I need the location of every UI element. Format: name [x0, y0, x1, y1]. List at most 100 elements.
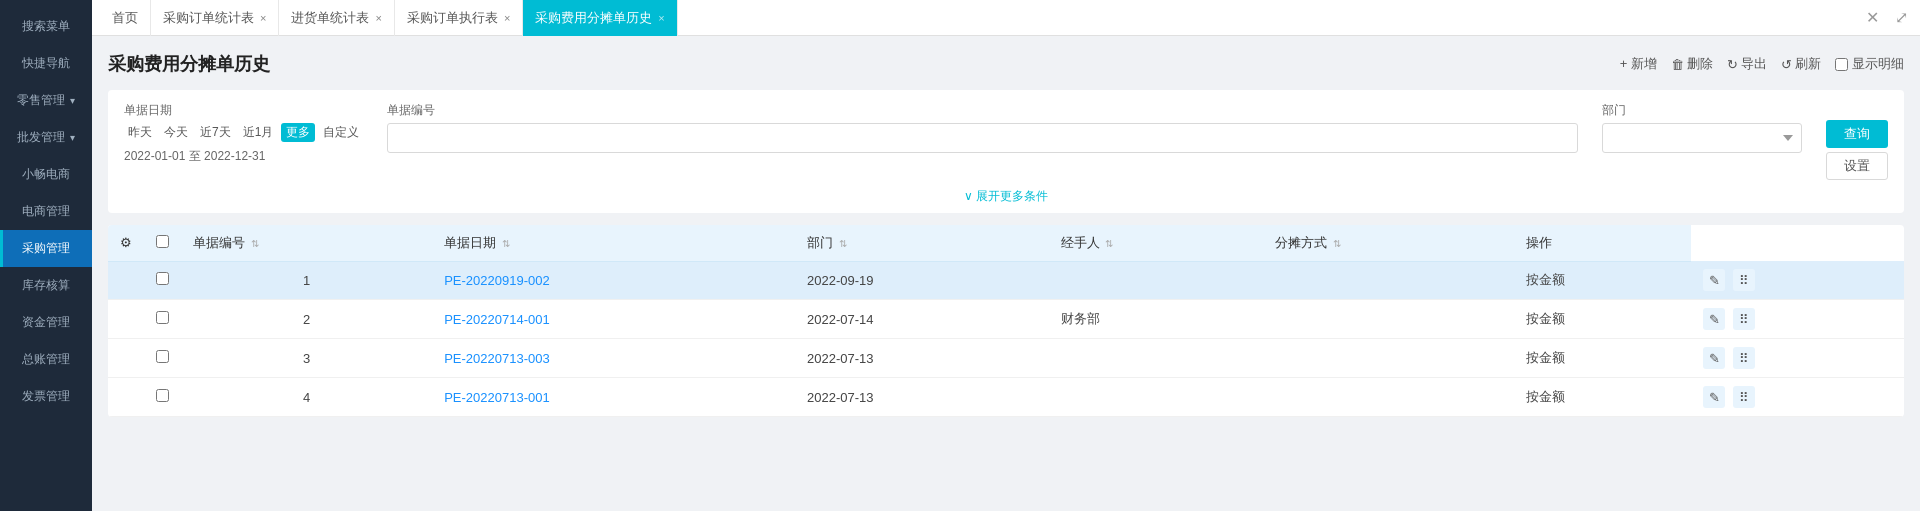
- doc-no-link[interactable]: PE-20220714-001: [444, 312, 550, 327]
- expand-more-row: ∨ 展开更多条件: [124, 186, 1888, 205]
- row-doc-date: 2022-07-13: [795, 339, 1049, 378]
- tab-purchase-cost-history[interactable]: 采购费用分摊单历史 ×: [523, 0, 677, 36]
- sidebar-item-micro[interactable]: 小畅电商: [0, 156, 92, 193]
- row-number: 2: [181, 300, 432, 339]
- show-cols-toggle[interactable]: 显示明细: [1835, 55, 1904, 73]
- sidebar-item-label: 批发管理: [17, 130, 65, 144]
- more-icon[interactable]: ⠿: [1733, 269, 1755, 291]
- more-icon[interactable]: ⠿: [1733, 386, 1755, 408]
- refresh-button[interactable]: ↺ 刷新: [1781, 55, 1821, 73]
- date-yesterday[interactable]: 昨天: [124, 123, 156, 142]
- tab-close-button[interactable]: ×: [260, 12, 266, 24]
- more-icon[interactable]: ⠿: [1733, 347, 1755, 369]
- tab-maximize-icon[interactable]: ⤢: [1891, 6, 1912, 29]
- row-checkbox[interactable]: [156, 272, 169, 285]
- content-area: 采购费用分摊单历史 + 新增 🗑 删除 ↻ 导出 ↺ 刷新 显示明细: [92, 36, 1920, 511]
- row-gear-cell: [108, 339, 144, 378]
- doc-no-link[interactable]: PE-20220713-001: [444, 390, 550, 405]
- handler-column-header[interactable]: 经手人 ⇅: [1049, 225, 1264, 262]
- active-indicator: [0, 230, 3, 267]
- doc-no-link[interactable]: PE-20220919-002: [444, 273, 550, 288]
- dept-select[interactable]: 财务部: [1602, 123, 1802, 153]
- doc-date-sort-icon: ⇅: [502, 238, 510, 249]
- tab-label: 采购费用分摊单历史: [535, 9, 652, 27]
- date-custom[interactable]: 自定义: [319, 123, 363, 142]
- row-handler: [1263, 300, 1514, 339]
- tab-close-icon[interactable]: ✕: [1862, 6, 1883, 29]
- doc-no-link[interactable]: PE-20220713-003: [444, 351, 550, 366]
- tab-purchase-order-stats[interactable]: 采购订单统计表×: [151, 0, 279, 36]
- add-button[interactable]: + 新增: [1620, 55, 1657, 73]
- sidebar-item-ledger[interactable]: 总账管理: [0, 341, 92, 378]
- dept-filter-group: 部门 财务部: [1602, 102, 1802, 153]
- row-dept: 财务部: [1049, 300, 1264, 339]
- date-more[interactable]: 更多: [281, 123, 315, 142]
- split-method-column-header[interactable]: 分摊方式 ⇅: [1263, 225, 1514, 262]
- sidebar-item-invoice[interactable]: 发票管理: [0, 378, 92, 415]
- row-split-method: 按金额: [1514, 261, 1691, 300]
- toolbar: + 新增 🗑 删除 ↻ 导出 ↺ 刷新 显示明细: [1620, 55, 1904, 73]
- doc-date-column-header[interactable]: 单据日期 ⇅: [432, 225, 795, 262]
- tab-home[interactable]: 首页: [100, 0, 151, 36]
- edit-icon[interactable]: ✎: [1703, 347, 1725, 369]
- row-checkbox[interactable]: [156, 350, 169, 363]
- row-doc-no: PE-20220713-001: [432, 378, 795, 417]
- check-all-checkbox[interactable]: [156, 235, 169, 248]
- expand-more-button[interactable]: ∨ 展开更多条件: [964, 188, 1048, 205]
- tab-close-button[interactable]: ×: [658, 12, 664, 24]
- settings-button[interactable]: 设置: [1826, 152, 1888, 180]
- sidebar-item-label: 搜索菜单: [22, 19, 70, 33]
- show-cols-checkbox[interactable]: [1835, 58, 1848, 71]
- chevron-right-icon: ▾: [67, 132, 75, 143]
- row-checkbox[interactable]: [156, 389, 169, 402]
- sidebar-item-retail[interactable]: 零售管理 ▾: [0, 82, 92, 119]
- date-today[interactable]: 今天: [160, 123, 192, 142]
- sidebar-item-label: 库存核算: [22, 278, 70, 292]
- page-title: 采购费用分摊单历史: [108, 52, 270, 76]
- search-button[interactable]: 查询: [1826, 120, 1888, 148]
- sidebar-item-purchase[interactable]: 采购管理: [0, 230, 92, 267]
- sidebar-item-label: 小畅电商: [22, 167, 70, 181]
- delete-button[interactable]: 🗑 删除: [1671, 55, 1713, 73]
- sidebar-item-label: 资金管理: [22, 315, 70, 329]
- check-all-column: [144, 225, 181, 262]
- sidebar-item-label: 零售管理: [17, 93, 65, 107]
- row-checkbox[interactable]: [156, 311, 169, 324]
- row-operations: ✎⠿: [1691, 378, 1904, 417]
- tab-label: 采购订单执行表: [407, 9, 498, 27]
- edit-icon[interactable]: ✎: [1703, 269, 1725, 291]
- row-number: 3: [181, 339, 432, 378]
- dept-column-header[interactable]: 部门 ⇅: [795, 225, 1049, 262]
- row-doc-date: 2022-07-13: [795, 378, 1049, 417]
- row-number: 4: [181, 378, 432, 417]
- sidebar-item-label: 快捷导航: [22, 56, 70, 70]
- sidebar-item-wholesale[interactable]: 批发管理 ▾: [0, 119, 92, 156]
- sidebar-item-finance[interactable]: 资金管理: [0, 304, 92, 341]
- tab-purchase-order-exec[interactable]: 采购订单执行表 ×: [395, 0, 523, 36]
- row-operations: ✎⠿: [1691, 261, 1904, 300]
- more-icon[interactable]: ⠿: [1733, 308, 1755, 330]
- tab-close-button[interactable]: ×: [504, 12, 510, 24]
- date-1month[interactable]: 近1月: [239, 123, 278, 142]
- sidebar-item-quick[interactable]: 快捷导航: [0, 45, 92, 82]
- edit-icon[interactable]: ✎: [1703, 308, 1725, 330]
- doc-no-column-header[interactable]: 单据编号 ⇅: [181, 225, 432, 262]
- doc-no-sort-icon: ⇅: [251, 238, 259, 249]
- row-gear-cell: [108, 378, 144, 417]
- gear-column-header[interactable]: ⚙: [108, 225, 144, 262]
- tab-inbound-stats[interactable]: 进货单统计表×: [279, 0, 394, 36]
- row-doc-no: PE-20220714-001: [432, 300, 795, 339]
- doc-no-input[interactable]: [387, 123, 1578, 153]
- tab-close-button[interactable]: ×: [375, 12, 381, 24]
- dept-sort-icon: ⇅: [839, 238, 847, 249]
- sidebar-item-inventory[interactable]: 库存核算: [0, 267, 92, 304]
- export-icon: ↻: [1727, 57, 1738, 72]
- row-split-method: 按金额: [1514, 339, 1691, 378]
- sidebar-item-ecommerce[interactable]: 电商管理: [0, 193, 92, 230]
- tab-actions: ✕ ⤢: [1862, 6, 1912, 29]
- date-7days[interactable]: 近7天: [196, 123, 235, 142]
- edit-icon[interactable]: ✎: [1703, 386, 1725, 408]
- sidebar-item-search[interactable]: 搜索菜单: [0, 8, 92, 45]
- export-button[interactable]: ↻ 导出: [1727, 55, 1767, 73]
- op-icons-group: ✎⠿: [1703, 386, 1892, 408]
